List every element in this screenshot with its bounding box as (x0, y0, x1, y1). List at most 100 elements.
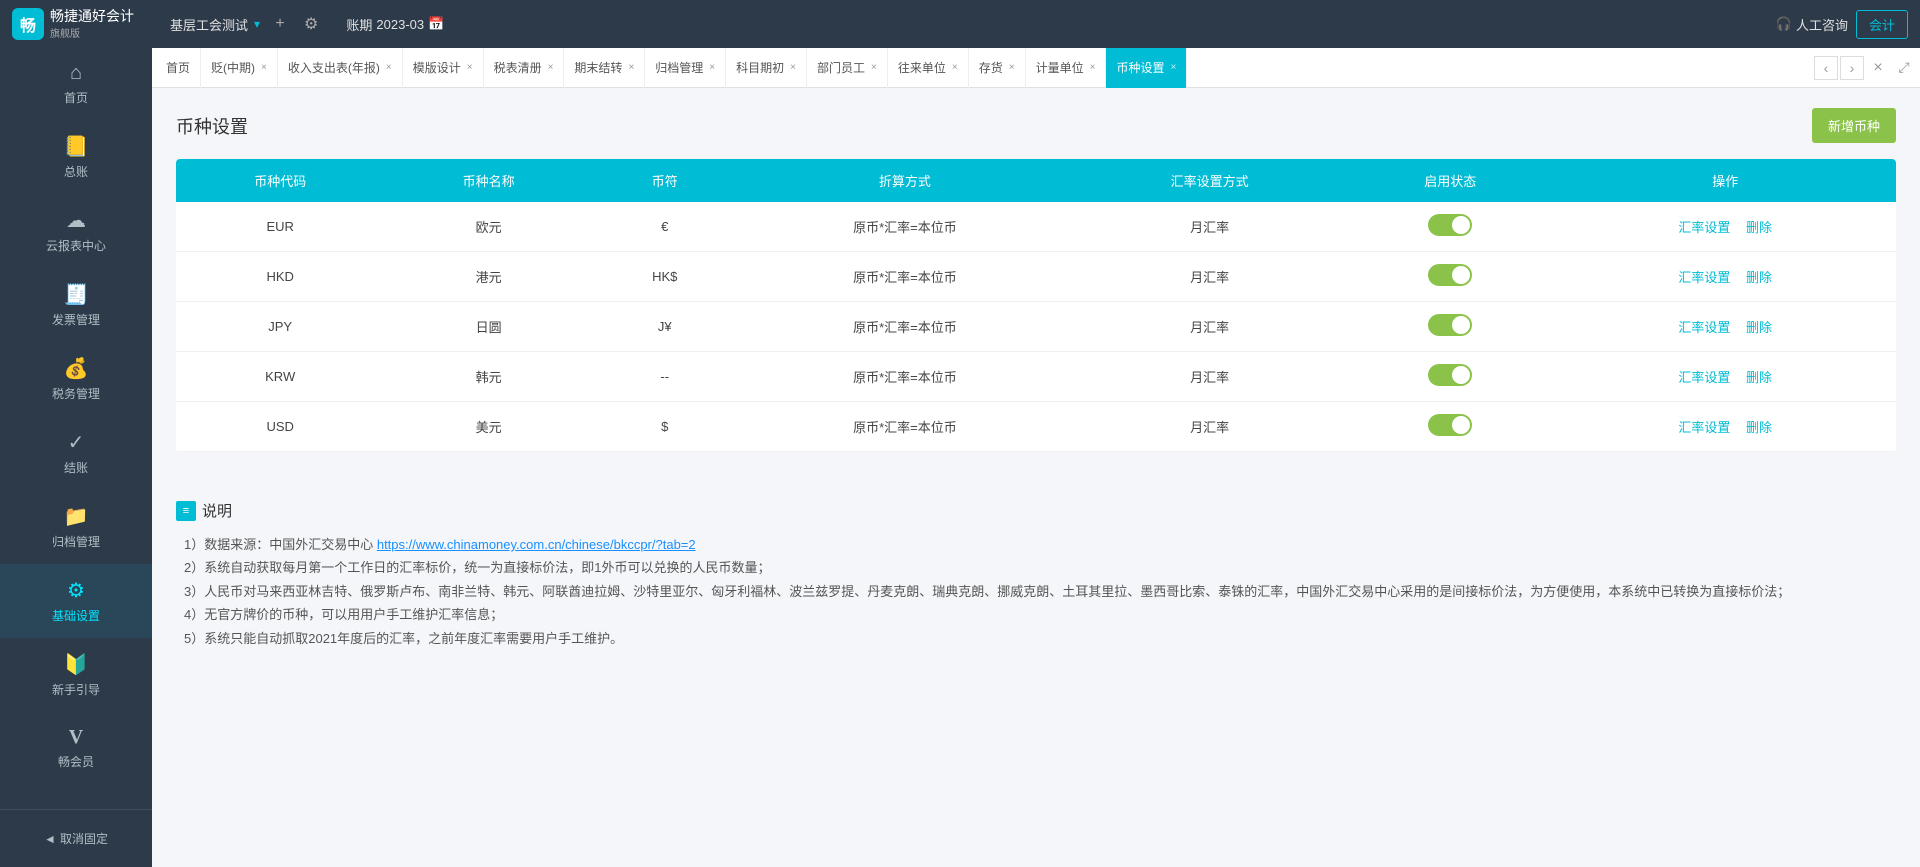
notice-item: 1）数据来源：中国外汇交易中心 https://www.chinamoney.c… (176, 533, 1896, 556)
cell-status-2[interactable] (1346, 302, 1554, 352)
tab-close-all-button[interactable]: × (1866, 56, 1890, 80)
cell-code-4: USD (176, 402, 384, 452)
member-icon: V (69, 726, 83, 749)
tab-next-button[interactable]: › (1840, 56, 1864, 80)
cell-name-4: 美元 (384, 402, 592, 452)
tab-home[interactable]: 首页 (156, 48, 201, 88)
sidebar-item-guide[interactable]: 🔰 新手引导 (0, 638, 152, 712)
rate-setting-link-1[interactable]: 汇率设置 (1678, 270, 1730, 285)
tab-tax-table[interactable]: 税表清册 × (484, 48, 565, 88)
toggle-enabled-4[interactable] (1428, 414, 1472, 436)
delete-link-2[interactable]: 删除 (1746, 320, 1772, 335)
headset-icon: 🎧 (1776, 16, 1792, 32)
cell-calc-0: 原币*汇率=本位币 (737, 202, 1074, 252)
tab-currency[interactable]: 币种设置 × (1106, 48, 1187, 88)
sidebar-item-reports[interactable]: ☁ 云报表中心 (0, 194, 152, 268)
tab-dept-employee-close[interactable]: × (871, 62, 877, 73)
tab-annual-report[interactable]: 收入支出表(年报) × (278, 48, 403, 88)
tab-archive-mgmt[interactable]: 归档管理 × (645, 48, 726, 88)
cell-status-4[interactable] (1346, 402, 1554, 452)
tab-unit-close[interactable]: × (1090, 62, 1096, 73)
notice-list: 1）数据来源：中国外汇交易中心 https://www.chinamoney.c… (176, 533, 1896, 650)
tab-period-end-close[interactable]: × (628, 62, 634, 73)
toggle-enabled-3[interactable] (1428, 364, 1472, 386)
tab-prev-button[interactable]: ‹ (1814, 56, 1838, 80)
toggle-enabled-2[interactable] (1428, 314, 1472, 336)
company-dropdown-arrow[interactable]: ▾ (254, 17, 260, 31)
new-currency-button[interactable]: 新增币种 (1812, 108, 1896, 143)
tab-contact[interactable]: 往来单位 × (888, 48, 969, 88)
pin-sidebar-button[interactable]: ◄ 取消固定 (0, 822, 152, 855)
cell-name-0: 欧元 (384, 202, 592, 252)
sidebar-item-settings[interactable]: ⚙ 基础设置 (0, 564, 152, 638)
add-company-button[interactable]: + (268, 12, 292, 36)
main-layout: ⌂ 首页 📒 总账 ☁ 云报表中心 🧾 发票管理 💰 税务管理 ✓ 结账 (0, 48, 1920, 867)
sidebar-label-home: 首页 (64, 89, 88, 106)
consult-label: 人工咨询 (1796, 15, 1848, 34)
logo-icon: 畅 (12, 8, 44, 40)
cell-symbol-1: HK$ (593, 252, 737, 302)
sidebar-item-home[interactable]: ⌂ 首页 (0, 48, 152, 120)
page-title: 币种设置 (176, 113, 248, 139)
sidebar-label-archive: 归档管理 (52, 533, 100, 550)
notice-link[interactable]: https://www.chinamoney.com.cn/chinese/bk… (377, 537, 696, 552)
sidebar-item-invoice[interactable]: 🧾 发票管理 (0, 268, 152, 342)
cell-code-1: HKD (176, 252, 384, 302)
tab-inventory[interactable]: 存货 × (969, 48, 1026, 88)
rate-setting-link-3[interactable]: 汇率设置 (1678, 370, 1730, 385)
tab-tax-table-close[interactable]: × (548, 62, 554, 73)
sidebar-item-checkout[interactable]: ✓ 结账 (0, 416, 152, 490)
tab-dept-employee[interactable]: 部门员工 × (807, 48, 888, 88)
table-row: KRW 韩元 -- 原币*汇率=本位币 月汇率 汇率设置 删除 (176, 352, 1896, 402)
rate-setting-link-4[interactable]: 汇率设置 (1678, 420, 1730, 435)
sidebar-label-guide: 新手引导 (52, 681, 100, 698)
tab-mid-term[interactable]: 贬(中期) × (201, 48, 278, 88)
tab-archive-mgmt-close[interactable]: × (709, 62, 715, 73)
consult-button[interactable]: 🎧 人工咨询 (1776, 15, 1848, 34)
calendar-icon[interactable]: 📅 (428, 16, 444, 32)
cell-status-0[interactable] (1346, 202, 1554, 252)
sidebar-item-archive[interactable]: 📁 归档管理 (0, 490, 152, 564)
tab-unit[interactable]: 计量单位 × (1026, 48, 1107, 88)
tab-subject-init[interactable]: 科目期初 × (726, 48, 807, 88)
cell-rate-type-3: 月汇率 (1073, 352, 1346, 402)
delete-link-3[interactable]: 删除 (1746, 370, 1772, 385)
cloud-icon: ☁ (66, 208, 86, 233)
user-role-button[interactable]: 会计 (1856, 10, 1908, 39)
cell-name-3: 韩元 (384, 352, 592, 402)
tab-period-end[interactable]: 期末结转 × (564, 48, 645, 88)
app-container: 畅 畅捷通好会计 旗舰版 基层工会测试 ▾ + ⚙ 账期 2023-03 📅 🎧… (0, 0, 1920, 867)
sidebar-item-tax[interactable]: 💰 税务管理 (0, 342, 152, 416)
settings-icon[interactable]: ⚙ (304, 14, 318, 34)
company-selector[interactable]: 基层工会测试 ▾ (170, 15, 260, 34)
tab-currency-close[interactable]: × (1170, 62, 1176, 73)
delete-link-0[interactable]: 删除 (1746, 220, 1772, 235)
cell-symbol-0: € (593, 202, 737, 252)
toggle-enabled-0[interactable] (1428, 214, 1472, 236)
period-selector[interactable]: 账期 2023-03 📅 (346, 15, 444, 34)
tab-subject-init-close[interactable]: × (790, 62, 796, 73)
tab-contact-close[interactable]: × (952, 62, 958, 73)
rate-setting-link-0[interactable]: 汇率设置 (1678, 220, 1730, 235)
tab-template[interactable]: 模版设计 × (403, 48, 484, 88)
tab-annual-report-label: 收入支出表(年报) (288, 59, 380, 76)
rate-setting-link-2[interactable]: 汇率设置 (1678, 320, 1730, 335)
tab-annual-report-close[interactable]: × (386, 62, 392, 73)
delete-link-4[interactable]: 删除 (1746, 420, 1772, 435)
delete-link-1[interactable]: 删除 (1746, 270, 1772, 285)
tab-contact-label: 往来单位 (898, 59, 946, 76)
sidebar-item-member[interactable]: V 畅会员 (0, 712, 152, 784)
toggle-enabled-1[interactable] (1428, 264, 1472, 286)
page-header: 币种设置 新增币种 (176, 108, 1896, 143)
invoice-icon: 🧾 (64, 282, 89, 307)
cell-status-1[interactable] (1346, 252, 1554, 302)
tab-mid-term-close[interactable]: × (261, 62, 267, 73)
content-area: 首页 贬(中期) × 收入支出表(年报) × 模版设计 × 税表清册 × (152, 48, 1920, 867)
tab-inventory-close[interactable]: × (1009, 62, 1015, 73)
sidebar-item-ledger[interactable]: 📒 总账 (0, 120, 152, 194)
tab-expand-button[interactable]: ⤢ (1892, 56, 1916, 80)
tab-template-close[interactable]: × (467, 62, 473, 73)
cell-status-3[interactable] (1346, 352, 1554, 402)
tab-mid-term-label: 贬(中期) (211, 59, 255, 76)
cell-symbol-2: J¥ (593, 302, 737, 352)
